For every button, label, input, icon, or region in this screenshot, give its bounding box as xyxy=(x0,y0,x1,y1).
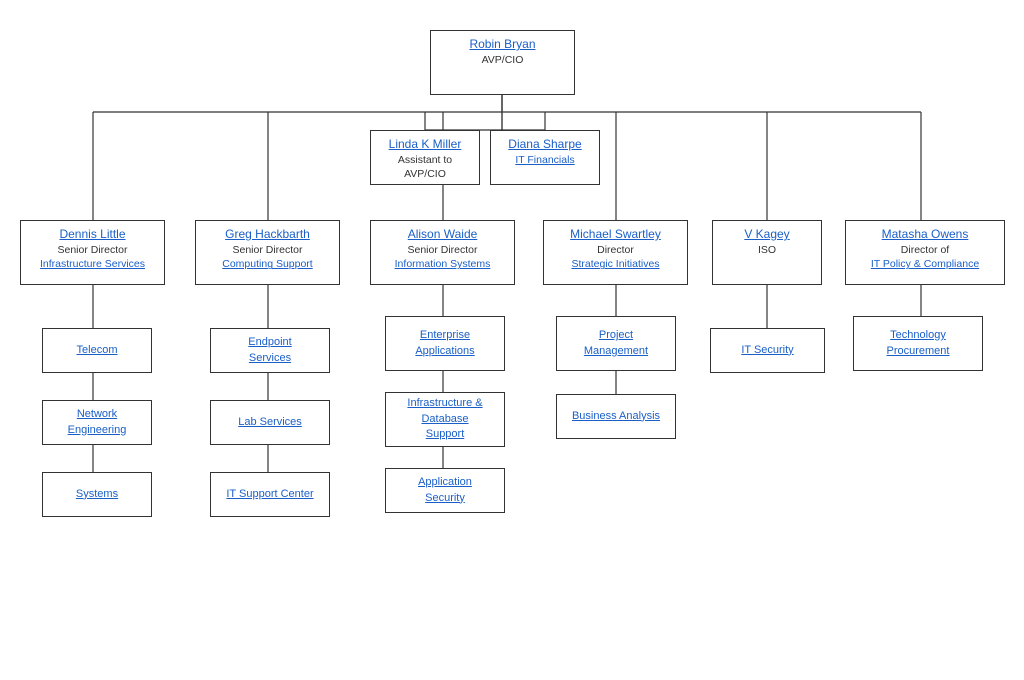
diana-box: Diana Sharpe IT Financials xyxy=(490,130,600,185)
endpoint-label1: Endpoint xyxy=(248,335,291,350)
techprocure-label1: Technology xyxy=(890,328,946,343)
linda-name: Linda K Miller xyxy=(377,136,473,153)
itsecurity-label: IT Security xyxy=(741,343,793,358)
alison-name: Alison Waide xyxy=(377,226,508,243)
systems-box: Systems xyxy=(42,472,152,517)
greg-title: Senior Director xyxy=(202,243,333,258)
project-label2: Management xyxy=(584,344,648,359)
project-box: Project Management xyxy=(556,316,676,371)
lab-label: Lab Services xyxy=(238,415,302,430)
vkagey-box: V Kagey ISO xyxy=(712,220,822,285)
matasha-box: Matasha Owens Director of IT Policy & Co… xyxy=(845,220,1005,285)
bizanalysis-label: Business Analysis xyxy=(572,409,660,424)
appsec-box: Application Security xyxy=(385,468,505,513)
vkagey-title: ISO xyxy=(719,243,815,258)
techprocure-box: Technology Procurement xyxy=(853,316,983,371)
appsec-label1: Application xyxy=(418,475,472,490)
infra-label3: Support xyxy=(426,427,465,442)
endpoint-box: Endpoint Services xyxy=(210,328,330,373)
linda-box: Linda K Miller Assistant to AVP/CIO xyxy=(370,130,480,185)
michael-box: Michael Swartley Director Strategic Init… xyxy=(543,220,688,285)
telecom-box: Telecom xyxy=(42,328,152,373)
alison-box: Alison Waide Senior Director Information… xyxy=(370,220,515,285)
network-label1: Network xyxy=(77,407,117,422)
dennis-title: Senior Director xyxy=(27,243,158,258)
network-label2: Engineering xyxy=(68,423,127,438)
infra-box: Infrastructure & Database Support xyxy=(385,392,505,447)
dennis-box: Dennis Little Senior Director Infrastruc… xyxy=(20,220,165,285)
bizanalysis-box: Business Analysis xyxy=(556,394,676,439)
greg-box: Greg Hackbarth Senior Director Computing… xyxy=(195,220,340,285)
alison-title: Senior Director xyxy=(377,243,508,258)
vkagey-name: V Kagey xyxy=(719,226,815,243)
infra-label2: Database xyxy=(421,412,468,427)
dennis-name: Dennis Little xyxy=(27,226,158,243)
itsupport-label: IT Support Center xyxy=(226,487,313,502)
greg-name: Greg Hackbarth xyxy=(202,226,333,243)
infra-label1: Infrastructure & xyxy=(407,396,482,411)
diana-name: Diana Sharpe xyxy=(497,136,593,153)
michael-title: Director xyxy=(550,243,681,258)
greg-dept: Computing Support xyxy=(202,257,333,272)
appsec-label2: Security xyxy=(425,491,465,506)
enterprise-box: Enterprise Applications xyxy=(385,316,505,371)
robin-name: Robin Bryan xyxy=(437,36,568,53)
robin-box: Robin Bryan AVP/CIO xyxy=(430,30,575,95)
endpoint-label2: Services xyxy=(249,351,291,366)
enterprise-label1: Enterprise xyxy=(420,328,470,343)
telecom-label: Telecom xyxy=(77,343,118,358)
itsupport-box: IT Support Center xyxy=(210,472,330,517)
dennis-dept: Infrastructure Services xyxy=(27,257,158,272)
org-chart: Robin Bryan AVP/CIO Linda K Miller Assis… xyxy=(0,0,1024,680)
diana-dept: IT Financials xyxy=(497,153,593,168)
michael-name: Michael Swartley xyxy=(550,226,681,243)
linda-title1: Assistant to xyxy=(377,153,473,168)
enterprise-label2: Applications xyxy=(415,344,474,359)
matasha-title: Director of xyxy=(852,243,998,258)
network-box: Network Engineering xyxy=(42,400,152,445)
techprocure-label2: Procurement xyxy=(887,344,950,359)
linda-title2: AVP/CIO xyxy=(377,167,473,182)
michael-dept: Strategic Initiatives xyxy=(550,257,681,272)
alison-dept: Information Systems xyxy=(377,257,508,272)
itsecurity-box: IT Security xyxy=(710,328,825,373)
matasha-dept: IT Policy & Compliance xyxy=(852,257,998,272)
project-label1: Project xyxy=(599,328,633,343)
robin-title: AVP/CIO xyxy=(437,53,568,68)
matasha-name: Matasha Owens xyxy=(852,226,998,243)
lab-box: Lab Services xyxy=(210,400,330,445)
systems-label: Systems xyxy=(76,487,118,502)
